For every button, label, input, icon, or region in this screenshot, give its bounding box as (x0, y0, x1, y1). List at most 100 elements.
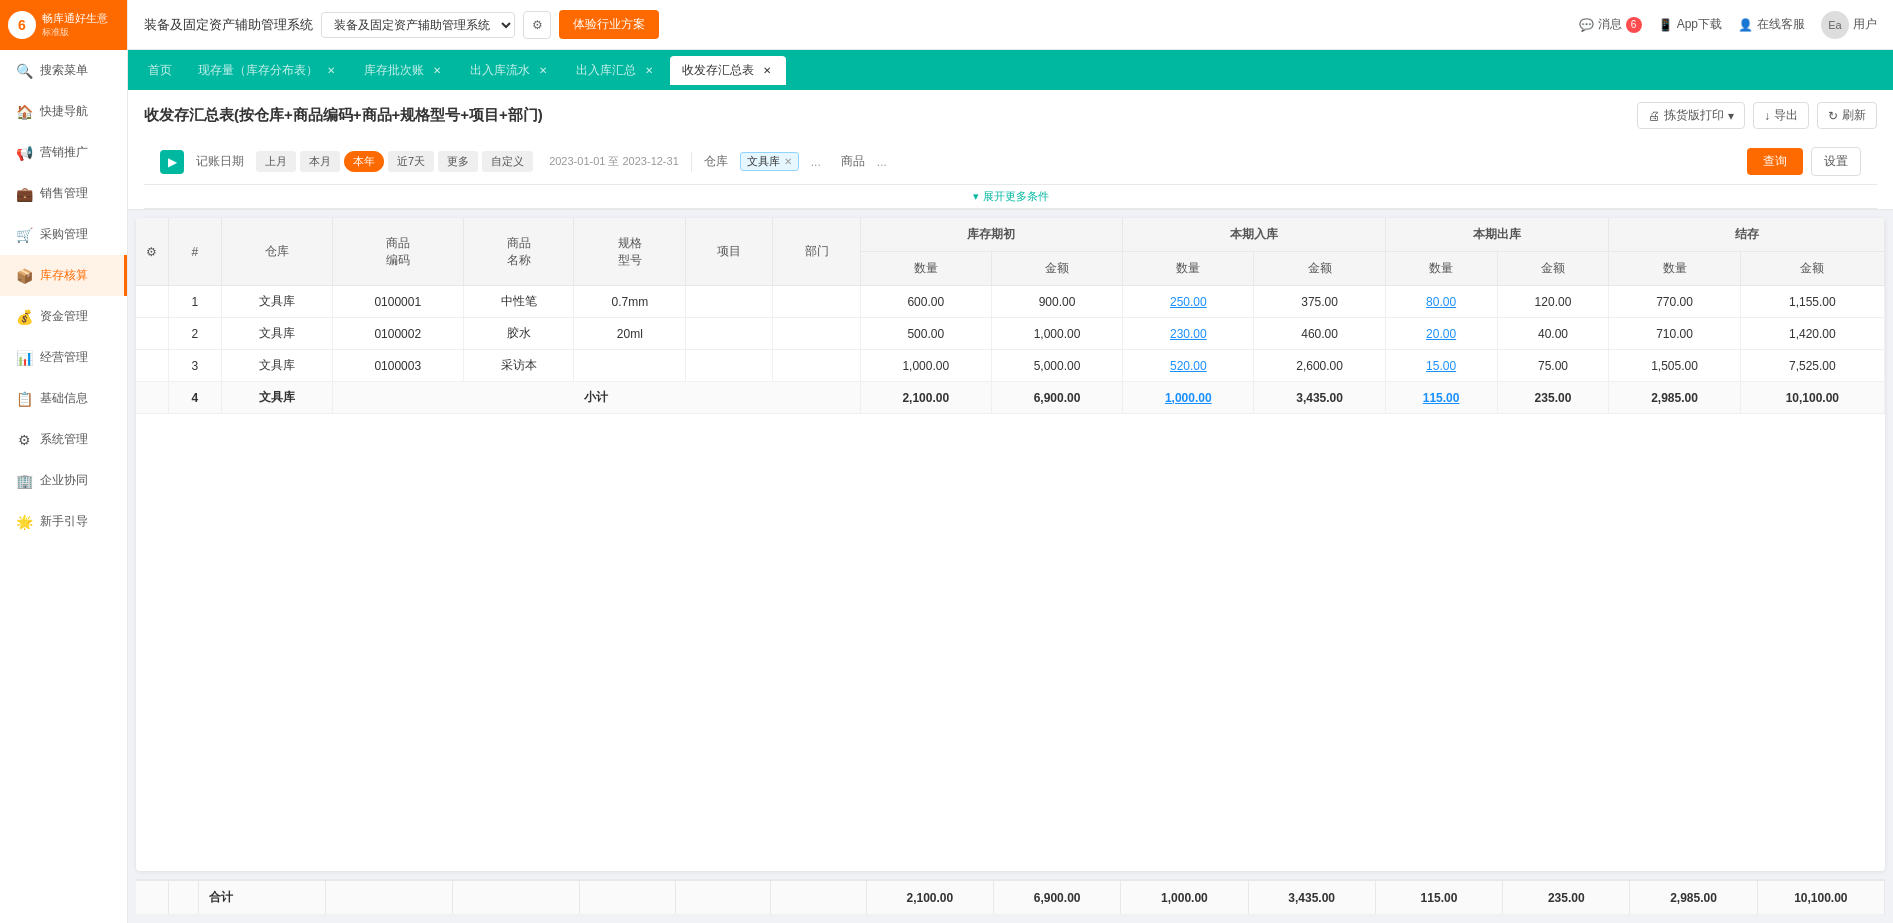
col-out-amt-header: 金额 (1497, 252, 1609, 286)
row-open-qty: 600.00 (860, 286, 991, 318)
basic-info-icon: 📋 (16, 391, 32, 407)
tab-recv_send[interactable]: 收发存汇总表✕ (670, 56, 786, 85)
col-settings-header[interactable]: ⚙ (136, 218, 168, 286)
goods-filter-label: 商品 (841, 153, 865, 170)
tab-close-inout_summary[interactable]: ✕ (642, 63, 656, 77)
sidebar-item-operations[interactable]: 📊经营管理 (0, 337, 127, 378)
tab-inventory_dist[interactable]: 现存量（库存分布表）✕ (186, 56, 350, 85)
row-out-qty[interactable]: 80.00 (1385, 286, 1497, 318)
search-icon: 🔍 (16, 63, 32, 79)
sidebar-item-label-finance: 资金管理 (40, 308, 88, 325)
date-btn-近7天[interactable]: 近7天 (388, 151, 434, 172)
row-spec (574, 350, 686, 382)
date-btn-自定义[interactable]: 自定义 (482, 151, 533, 172)
tab-home[interactable]: 首页 (136, 56, 184, 85)
online-service-label: 在线客服 (1757, 16, 1805, 33)
export-btn[interactable]: ↓ 导出 (1753, 102, 1809, 129)
date-btn-本年[interactable]: 本年 (344, 151, 384, 172)
row-out-qty[interactable]: 15.00 (1385, 350, 1497, 382)
row-close-amt: 1,420.00 (1740, 318, 1884, 350)
experience-btn[interactable]: 体验行业方案 (559, 10, 659, 39)
sidebar-item-newbie[interactable]: 🌟新手引导 (0, 501, 127, 542)
export-icon: ↓ (1764, 109, 1770, 123)
close-icon-inout_flow[interactable]: ✕ (536, 63, 550, 77)
goods-more-btn[interactable]: ... (877, 155, 887, 169)
system-select[interactable]: 装备及固定资产辅助管理系统 (321, 12, 515, 38)
close-icon-batch[interactable]: ✕ (430, 63, 444, 77)
sidebar-item-finance[interactable]: 💰资金管理 (0, 296, 127, 337)
date-btn-更多[interactable]: 更多 (438, 151, 478, 172)
tab-inout_flow[interactable]: 出入库流水✕ (458, 56, 562, 85)
expand-more-btn[interactable]: ▾ 展开更多条件 (973, 189, 1049, 204)
user-item[interactable]: Ea 用户 (1821, 11, 1877, 39)
sidebar-item-quick-nav[interactable]: 🏠快捷导航 (0, 91, 127, 132)
settings-gear-icon[interactable]: ⚙ (523, 11, 551, 39)
tab-label-home: 首页 (148, 62, 172, 79)
col-in-qty-header: 数量 (1123, 252, 1254, 286)
warehouse-more-btn[interactable]: ... (811, 155, 821, 169)
warehouse-tag-close-icon[interactable]: ✕ (784, 156, 792, 167)
sidebar-item-inventory[interactable]: 📦库存核算 (0, 255, 127, 296)
sidebar-item-enterprise[interactable]: 🏢企业协同 (0, 460, 127, 501)
close-icon-inventory_dist[interactable]: ✕ (324, 63, 338, 77)
row-out-qty[interactable]: 20.00 (1385, 318, 1497, 350)
warehouse-filter-label: 仓库 (704, 153, 728, 170)
col-dept-header: 部门 (773, 218, 860, 286)
row-out-amt: 75.00 (1497, 350, 1609, 382)
tab-close-batch[interactable]: ✕ (430, 63, 444, 77)
sub-label: 小计 (332, 382, 860, 414)
date-btn-上月[interactable]: 上月 (256, 151, 296, 172)
refresh-btn[interactable]: ↻ 刷新 (1817, 102, 1877, 129)
table-row: 3 文具库 0100003 采访本 1,000.00 5,000.00 520.… (136, 350, 1885, 382)
tab-close-recv_send[interactable]: ✕ (760, 63, 774, 77)
col-project-header: 项目 (686, 218, 773, 286)
newbie-icon: 🌟 (16, 514, 32, 530)
row-in-qty[interactable]: 520.00 (1123, 350, 1254, 382)
row-out-amt: 120.00 (1497, 286, 1609, 318)
sub-in-qty[interactable]: 1,000.00 (1123, 382, 1254, 414)
sidebar-item-marketing[interactable]: 📢营销推广 (0, 132, 127, 173)
row-in-qty[interactable]: 230.00 (1123, 318, 1254, 350)
row-dept (773, 318, 860, 350)
online-service-item[interactable]: 👤 在线客服 (1738, 16, 1805, 33)
sidebar-item-label-inventory: 库存核算 (40, 267, 88, 284)
close-icon-inout_summary[interactable]: ✕ (642, 63, 656, 77)
date-quick-btns: 上月本月本年近7天更多自定义 (256, 151, 533, 172)
tabs-bar: 首页现存量（库存分布表）✕库存批次账✕出入库流水✕出入库汇总✕收发存汇总表✕ (128, 50, 1893, 90)
row-code: 0100002 (332, 318, 463, 350)
warehouse-tag-text: 文具库 (747, 154, 780, 169)
operations-icon: 📊 (16, 350, 32, 366)
purchase-icon: 🛒 (16, 227, 32, 243)
setting-btn[interactable]: 设置 (1811, 147, 1861, 176)
tab-close-inout_flow[interactable]: ✕ (536, 63, 550, 77)
total-close-qty-cell: 2,985.00 (1630, 881, 1757, 915)
sidebar-item-sales[interactable]: 💼销售管理 (0, 173, 127, 214)
tab-batch[interactable]: 库存批次账✕ (352, 56, 456, 85)
date-btn-本月[interactable]: 本月 (300, 151, 340, 172)
app-download-item[interactable]: 📱 App下载 (1658, 16, 1722, 33)
page-title-row: 收发存汇总表(按仓库+商品编码+商品+规格型号+项目+部门) 🖨 拣货版打印 ▾… (144, 102, 1877, 129)
sidebar-item-search[interactable]: 🔍搜索菜单 (0, 50, 127, 91)
user-label: 用户 (1853, 16, 1877, 33)
print-btn[interactable]: 🖨 拣货版打印 ▾ (1637, 102, 1745, 129)
total-out-amt-cell: 235.00 (1503, 881, 1630, 915)
message-item[interactable]: 💬 消息 6 (1579, 16, 1642, 33)
sub-out-qty[interactable]: 115.00 (1385, 382, 1497, 414)
row-name: 胶水 (463, 318, 573, 350)
sidebar-item-system[interactable]: ⚙系统管理 (0, 419, 127, 460)
table-row: 2 文具库 0100002 胶水 20ml 500.00 1,000.00 23… (136, 318, 1885, 350)
row-in-qty[interactable]: 250.00 (1123, 286, 1254, 318)
close-icon-recv_send[interactable]: ✕ (760, 63, 774, 77)
tab-close-inventory_dist[interactable]: ✕ (324, 63, 338, 77)
col-inbound-header: 本期入库 (1123, 218, 1386, 252)
page-header: 收发存汇总表(按仓库+商品编码+商品+规格型号+项目+部门) 🖨 拣货版打印 ▾… (128, 90, 1893, 210)
logo-title: 畅库通好生意 (42, 11, 108, 25)
query-btn[interactable]: 查询 (1747, 148, 1803, 175)
warehouse-tag: 文具库 ✕ (740, 152, 799, 171)
sidebar-item-basic-info[interactable]: 📋基础信息 (0, 378, 127, 419)
total-out-qty-cell: 115.00 (1375, 881, 1502, 915)
tab-inout_summary[interactable]: 出入库汇总✕ (564, 56, 668, 85)
sidebar-item-purchase[interactable]: 🛒采购管理 (0, 214, 127, 255)
filter-toggle-btn[interactable]: ▶ (160, 150, 184, 174)
page-actions: 🖨 拣货版打印 ▾ ↓ 导出 ↻ 刷新 (1637, 102, 1877, 129)
